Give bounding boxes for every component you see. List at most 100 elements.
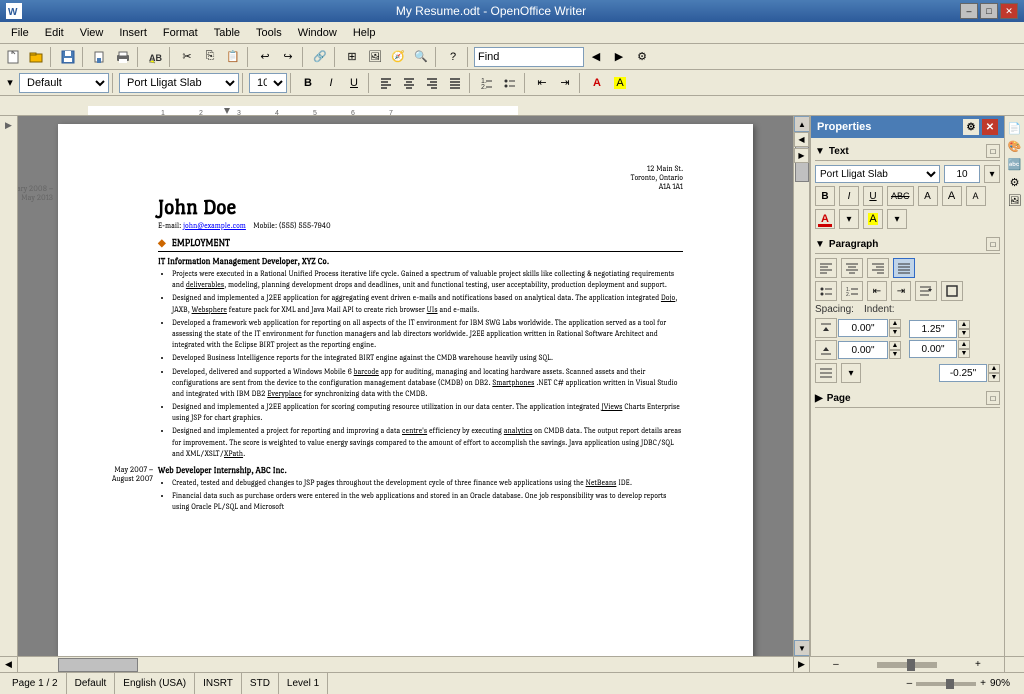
props-highlight-button[interactable]: A: [863, 209, 883, 229]
props-list-bullet-button[interactable]: [815, 281, 837, 301]
find-input[interactable]: [474, 47, 584, 67]
doc-scroll[interactable]: January 2008 – May 2013 12 Main St. Toro…: [18, 116, 793, 656]
font-select[interactable]: Port Lligat Slab: [119, 73, 239, 93]
firstline-down[interactable]: ▼: [988, 373, 1000, 382]
props-smaller-button[interactable]: A: [966, 186, 986, 206]
props-text-expand-button[interactable]: □: [986, 144, 1000, 158]
font-color-button[interactable]: A: [586, 72, 608, 94]
hyperlink-button[interactable]: 🔗: [309, 46, 331, 68]
bold-button[interactable]: B: [297, 72, 319, 94]
scroll-down-button[interactable]: ▼: [794, 640, 810, 656]
props-para-expand-button[interactable]: □: [986, 237, 1000, 251]
find-toolbar-button[interactable]: 🔍: [410, 46, 432, 68]
props-larger-button[interactable]: A: [942, 186, 962, 206]
zoom-in-button[interactable]: +: [980, 678, 986, 689]
props-strike-button[interactable]: ABC: [887, 186, 914, 206]
menu-view[interactable]: View: [73, 24, 111, 42]
h-scroll-thumb[interactable]: [58, 658, 138, 672]
props-zoom-slider[interactable]: [877, 662, 937, 668]
indent-after-input[interactable]: [909, 340, 957, 358]
props-underline-button[interactable]: U: [863, 186, 883, 206]
indent-before-input[interactable]: [909, 320, 957, 338]
props-text-header[interactable]: ▼ Text □: [815, 142, 1000, 161]
props-icon-5[interactable]: 🖼: [1007, 192, 1023, 208]
props-bold-button[interactable]: B: [815, 186, 835, 206]
insert-image-button[interactable]: 🖼: [364, 46, 386, 68]
indent-after-up[interactable]: ▲: [958, 340, 970, 349]
italic-button[interactable]: I: [320, 72, 342, 94]
props-align-center-button[interactable]: [841, 258, 863, 278]
props-fontsize-dropdown[interactable]: ▾: [984, 165, 1000, 183]
spacing-above-up[interactable]: ▲: [889, 319, 901, 328]
indent-after-down[interactable]: ▼: [958, 349, 970, 358]
props-icon-4[interactable]: ⚙: [1007, 174, 1023, 190]
align-left-button[interactable]: [375, 72, 397, 94]
h-scroll-right-btn[interactable]: ▶: [793, 657, 809, 672]
navigator-button[interactable]: 🧭: [387, 46, 409, 68]
props-list-num-button[interactable]: 1.2.: [841, 281, 863, 301]
firstline-indent-input[interactable]: [939, 364, 987, 382]
spacing-below-input[interactable]: [838, 341, 888, 359]
new-button[interactable]: [2, 46, 24, 68]
menu-help[interactable]: Help: [346, 24, 383, 42]
increase-indent-button[interactable]: ⇥: [554, 72, 576, 94]
props-para-border-button[interactable]: [941, 281, 963, 301]
props-decrease-indent-button[interactable]: ⇤: [867, 281, 887, 301]
props-icon-2[interactable]: 🎨: [1007, 138, 1023, 154]
props-increase-indent-button[interactable]: ⇥: [891, 281, 911, 301]
indent-before-down[interactable]: ▼: [958, 329, 970, 338]
props-align-right-button[interactable]: [867, 258, 889, 278]
firstline-up[interactable]: ▲: [988, 364, 1000, 373]
open-button[interactable]: [25, 46, 47, 68]
cut-button[interactable]: ✂: [176, 46, 198, 68]
help-button[interactable]: ?: [442, 46, 464, 68]
props-font-color-button[interactable]: A: [815, 209, 835, 229]
close-button[interactable]: ✕: [1000, 3, 1018, 19]
undo-button[interactable]: ↩: [254, 46, 276, 68]
props-zoom-minus[interactable]: –: [833, 659, 839, 670]
minimize-button[interactable]: –: [960, 3, 978, 19]
print-preview-button[interactable]: [89, 46, 111, 68]
table-button[interactable]: ⊞: [341, 46, 363, 68]
find-options-button[interactable]: ⚙: [631, 46, 653, 68]
menu-tools[interactable]: Tools: [249, 24, 289, 42]
props-zoom-slider-thumb[interactable]: [907, 659, 915, 671]
numbering-button[interactable]: 1.2.: [476, 72, 498, 94]
redo-button[interactable]: ↪: [277, 46, 299, 68]
highlight-color-button[interactable]: A: [609, 72, 631, 94]
h-scroll-left-btn[interactable]: ◀: [0, 657, 18, 672]
menu-format[interactable]: Format: [156, 24, 205, 42]
menu-window[interactable]: Window: [291, 24, 344, 42]
props-fontsize-input[interactable]: [944, 165, 980, 183]
indent-before-up[interactable]: ▲: [958, 320, 970, 329]
props-zoom-plus[interactable]: +: [975, 659, 981, 670]
props-page-expand-button[interactable]: □: [986, 391, 1000, 405]
props-align-left-button[interactable]: [815, 258, 837, 278]
menu-insert[interactable]: Insert: [112, 24, 154, 42]
underline-button[interactable]: U: [343, 72, 365, 94]
style-dropdown-btn[interactable]: ▾: [2, 72, 18, 94]
align-center-button[interactable]: [398, 72, 420, 94]
fontsize-select[interactable]: 10: [249, 73, 287, 93]
props-font-color-dropdown[interactable]: ▾: [839, 209, 859, 229]
props-linespacing-dropdown2[interactable]: ▾: [841, 363, 861, 383]
print-button[interactable]: [112, 46, 134, 68]
zoom-thumb[interactable]: [946, 679, 954, 689]
props-font-select[interactable]: Port Lligat Slab: [815, 165, 940, 183]
h-scroll-track[interactable]: [18, 657, 793, 672]
horizontal-scrollbar[interactable]: ◀ ▶ – +: [0, 656, 1024, 672]
props-options-button[interactable]: ⚙: [963, 119, 979, 135]
props-shadow-button[interactable]: A: [918, 186, 938, 206]
spacing-above-input[interactable]: [838, 319, 888, 337]
props-line-spacing-button[interactable]: [915, 281, 937, 301]
props-close-button[interactable]: ✕: [982, 119, 998, 135]
props-linespacing-dropdown[interactable]: [815, 363, 837, 383]
page-down-button[interactable]: ▶: [794, 148, 809, 163]
spacing-below-up[interactable]: ▲: [889, 341, 901, 350]
save-button[interactable]: [57, 46, 79, 68]
align-right-button[interactable]: [421, 72, 443, 94]
props-para-header[interactable]: ▼ Paragraph □: [815, 235, 1000, 254]
style-select[interactable]: Default: [19, 73, 109, 93]
decrease-indent-button[interactable]: ⇤: [531, 72, 553, 94]
find-prev-button[interactable]: ◀: [585, 46, 607, 68]
